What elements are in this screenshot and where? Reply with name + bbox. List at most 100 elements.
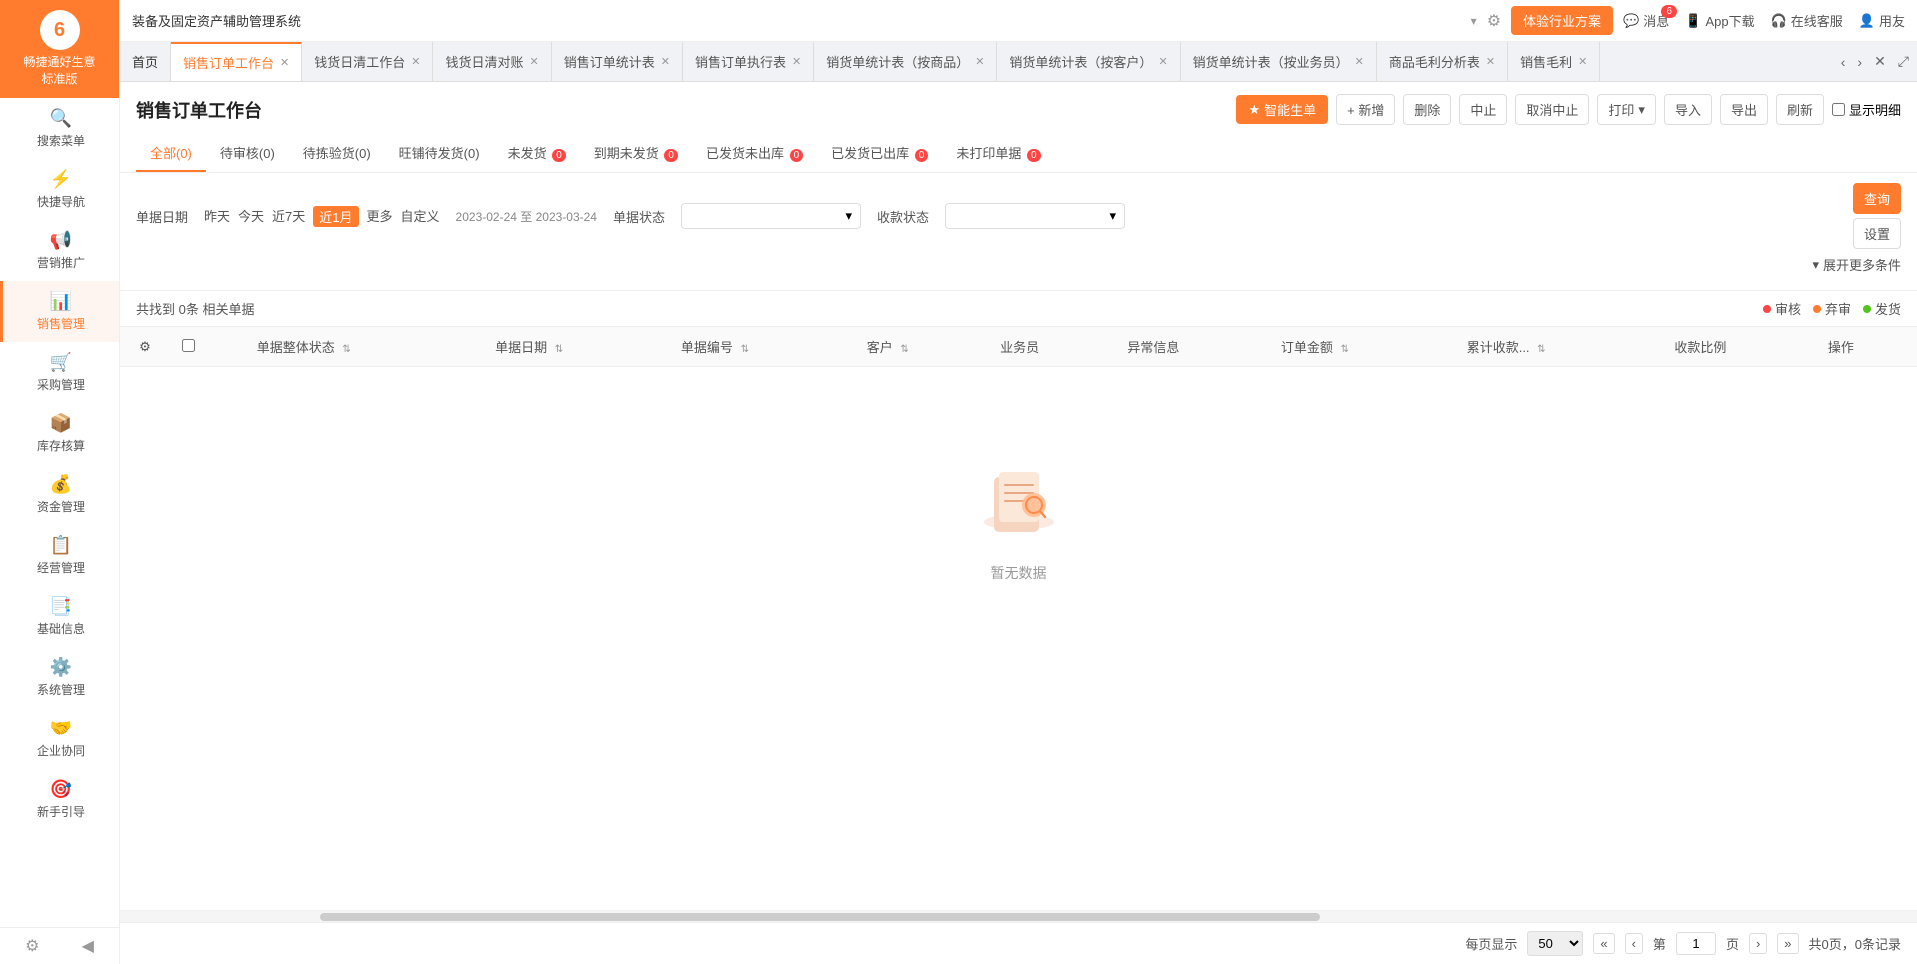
cancel-review-action[interactable]: 弃审: [1813, 299, 1851, 318]
sidebar-item-system[interactable]: ⚙️ 系统管理: [0, 647, 119, 708]
tab-close-gross[interactable]: ✕: [1578, 55, 1587, 68]
show-detail-checkbox[interactable]: [1832, 103, 1845, 116]
date-btn-yesterday[interactable]: 昨天: [204, 206, 230, 227]
import-button[interactable]: 导入: [1664, 94, 1712, 125]
tab-close-by-salesman[interactable]: ✕: [1355, 55, 1364, 68]
col-number[interactable]: 单据编号 ⇅: [669, 327, 855, 367]
tab-product-margin[interactable]: 商品毛利分析表 ✕: [1377, 42, 1508, 82]
message-action[interactable]: 💬 消息 6: [1623, 11, 1669, 30]
col-settings[interactable]: ⚙: [120, 327, 170, 367]
date-btn-more[interactable]: 更多: [367, 206, 393, 227]
tab-sales-order-stats[interactable]: 销售订单统计表 ✕: [552, 42, 683, 82]
next-page-btn[interactable]: ›: [1749, 933, 1767, 954]
stop-button[interactable]: 中止: [1459, 94, 1507, 125]
tab-close-sales-order-workbench[interactable]: ✕: [280, 56, 289, 69]
review-action[interactable]: 审核: [1763, 299, 1801, 318]
status-filter-select[interactable]: ▾: [681, 203, 861, 229]
tab-close-cash-daily[interactable]: ✕: [411, 55, 420, 68]
tab-sales-stats-by-product[interactable]: 销货单统计表（按商品） ✕: [814, 42, 997, 82]
topbar-gear-icon[interactable]: ⚙: [1487, 11, 1501, 31]
expand-conditions-btn[interactable]: ▾ 展开更多条件: [1812, 255, 1901, 274]
subtab-unprinted[interactable]: 未打印单据 0: [942, 135, 1054, 172]
sidebar-item-search[interactable]: 🔍 搜索菜单: [0, 98, 119, 159]
sidebar-item-finance[interactable]: 💰 资金管理: [0, 464, 119, 525]
tab-prev-btn[interactable]: ‹: [1837, 50, 1850, 74]
last-page-btn[interactable]: »: [1777, 933, 1798, 954]
tab-close-cash-goods[interactable]: ✕: [530, 55, 539, 68]
sidebar-item-sales[interactable]: 📊 销售管理: [0, 281, 119, 342]
tab-cash-daily-workbench[interactable]: 钱货日清工作台 ✕: [302, 42, 433, 82]
system-dropdown[interactable]: ▾: [1471, 14, 1477, 28]
col-overall-status[interactable]: 单据整体状态 ⇅: [245, 327, 483, 367]
app-download-action[interactable]: 📱 App下载: [1685, 11, 1754, 30]
sidebar-item-marketing[interactable]: 📢 营销推广: [0, 220, 119, 281]
settings-button[interactable]: 设置: [1853, 218, 1901, 249]
tab-next-btn[interactable]: ›: [1853, 50, 1866, 74]
cancel-stop-button[interactable]: 取消中止: [1515, 94, 1589, 125]
sidebar-item-operations[interactable]: 📋 经营管理: [0, 525, 119, 586]
tab-sales-stats-by-salesman[interactable]: 销货单统计表（按业务员） ✕: [1181, 42, 1377, 82]
col-checkbox[interactable]: [170, 327, 245, 367]
page-size-select[interactable]: 50 10 20 100: [1527, 931, 1583, 956]
sidebar-collapse-btn[interactable]: ◀: [82, 936, 94, 956]
query-button[interactable]: 查询: [1853, 183, 1901, 214]
payment-filter-select[interactable]: ▾: [945, 203, 1125, 229]
pagination-bar: 每页显示 50 10 20 100 « ‹ 第 页 › » 共0页，0条记录: [120, 922, 1917, 964]
sidebar-item-purchase[interactable]: 🛒 采购管理: [0, 342, 119, 403]
date-btn-custom[interactable]: 自定义: [401, 206, 440, 227]
tab-sales-stats-by-customer[interactable]: 销货单统计表（按客户） ✕: [997, 42, 1180, 82]
sidebar-item-guide[interactable]: 🎯 新手引导: [0, 769, 119, 830]
tab-sales-order-workbench[interactable]: 销售订单工作台 ✕: [171, 42, 302, 82]
delete-button[interactable]: 删除: [1403, 94, 1451, 125]
solution-button[interactable]: 体验行业方案: [1511, 6, 1613, 35]
sidebar-settings-btn[interactable]: ⚙: [25, 936, 39, 956]
first-page-btn[interactable]: «: [1593, 933, 1614, 954]
refresh-button[interactable]: 刷新: [1776, 94, 1824, 125]
user-action[interactable]: 👤 用友: [1859, 11, 1905, 30]
col-abnormal[interactable]: 异常信息: [1115, 327, 1269, 367]
sidebar-item-enterprise[interactable]: 🤝 企业协同: [0, 708, 119, 769]
tab-close-all-btn[interactable]: ✕: [1870, 49, 1890, 74]
subtab-pending-review[interactable]: 待审核(0): [206, 135, 289, 172]
tab-close-margin[interactable]: ✕: [1486, 55, 1495, 68]
col-salesman[interactable]: 业务员: [988, 327, 1115, 367]
scrollbar-thumb[interactable]: [320, 913, 1320, 921]
tab-maximize-btn[interactable]: ⤢: [1894, 49, 1913, 74]
sidebar-item-basic[interactable]: 📑 基础信息: [0, 586, 119, 647]
export-button[interactable]: 导出: [1720, 94, 1768, 125]
online-service-action[interactable]: 🎧 在线客服: [1771, 11, 1843, 30]
prev-page-btn[interactable]: ‹: [1625, 933, 1643, 954]
tab-cash-goods-reconcile[interactable]: 钱货日清对账 ✕: [433, 42, 551, 82]
date-btn-today[interactable]: 今天: [238, 206, 264, 227]
col-amount[interactable]: 订单金额 ⇅: [1269, 327, 1455, 367]
date-btn-1month[interactable]: 近1月: [313, 206, 358, 227]
date-btn-7days[interactable]: 近7天: [272, 206, 305, 227]
smart-generate-button[interactable]: ★ 智能生单: [1236, 95, 1328, 124]
tab-close-by-product[interactable]: ✕: [975, 55, 984, 68]
ship-action[interactable]: 发货: [1863, 299, 1901, 318]
tab-close-execute[interactable]: ✕: [792, 55, 801, 68]
subtab-overdue-unshipped[interactable]: 到期未发货 0: [580, 135, 692, 172]
tab-close-sales-stats[interactable]: ✕: [661, 55, 670, 68]
sidebar-item-quick-nav[interactable]: ⚡ 快捷导航: [0, 159, 119, 220]
add-button[interactable]: + 新增: [1336, 94, 1395, 125]
subtab-all[interactable]: 全部(0): [136, 135, 206, 172]
page-number-input[interactable]: [1676, 932, 1716, 955]
tab-sales-gross[interactable]: 销售毛利 ✕: [1508, 42, 1600, 82]
col-customer[interactable]: 客户 ⇅: [855, 327, 988, 367]
subtab-pending-inspection[interactable]: 待拣验货(0): [289, 135, 385, 172]
subtab-shipped-not-out[interactable]: 已发货未出库 0: [692, 135, 817, 172]
tab-home[interactable]: 首页: [120, 42, 171, 82]
col-cumulative[interactable]: 累计收款... ⇅: [1455, 327, 1663, 367]
col-date[interactable]: 单据日期 ⇅: [483, 327, 669, 367]
horizontal-scrollbar[interactable]: [120, 910, 1917, 922]
sidebar-item-inventory[interactable]: 📦 库存核算: [0, 403, 119, 464]
show-detail-label[interactable]: 显示明细: [1832, 100, 1901, 119]
select-all-checkbox[interactable]: [182, 339, 195, 352]
tab-close-by-customer[interactable]: ✕: [1158, 55, 1167, 68]
subtab-shipped-out[interactable]: 已发货已出库 0: [817, 135, 942, 172]
print-button[interactable]: 打印 ▾: [1597, 94, 1656, 125]
tab-sales-order-execute[interactable]: 销售订单执行表 ✕: [683, 42, 814, 82]
subtab-unshipped[interactable]: 未发货 0: [494, 135, 580, 172]
subtab-wangpu-pending-ship[interactable]: 旺铺待发货(0): [385, 135, 494, 172]
